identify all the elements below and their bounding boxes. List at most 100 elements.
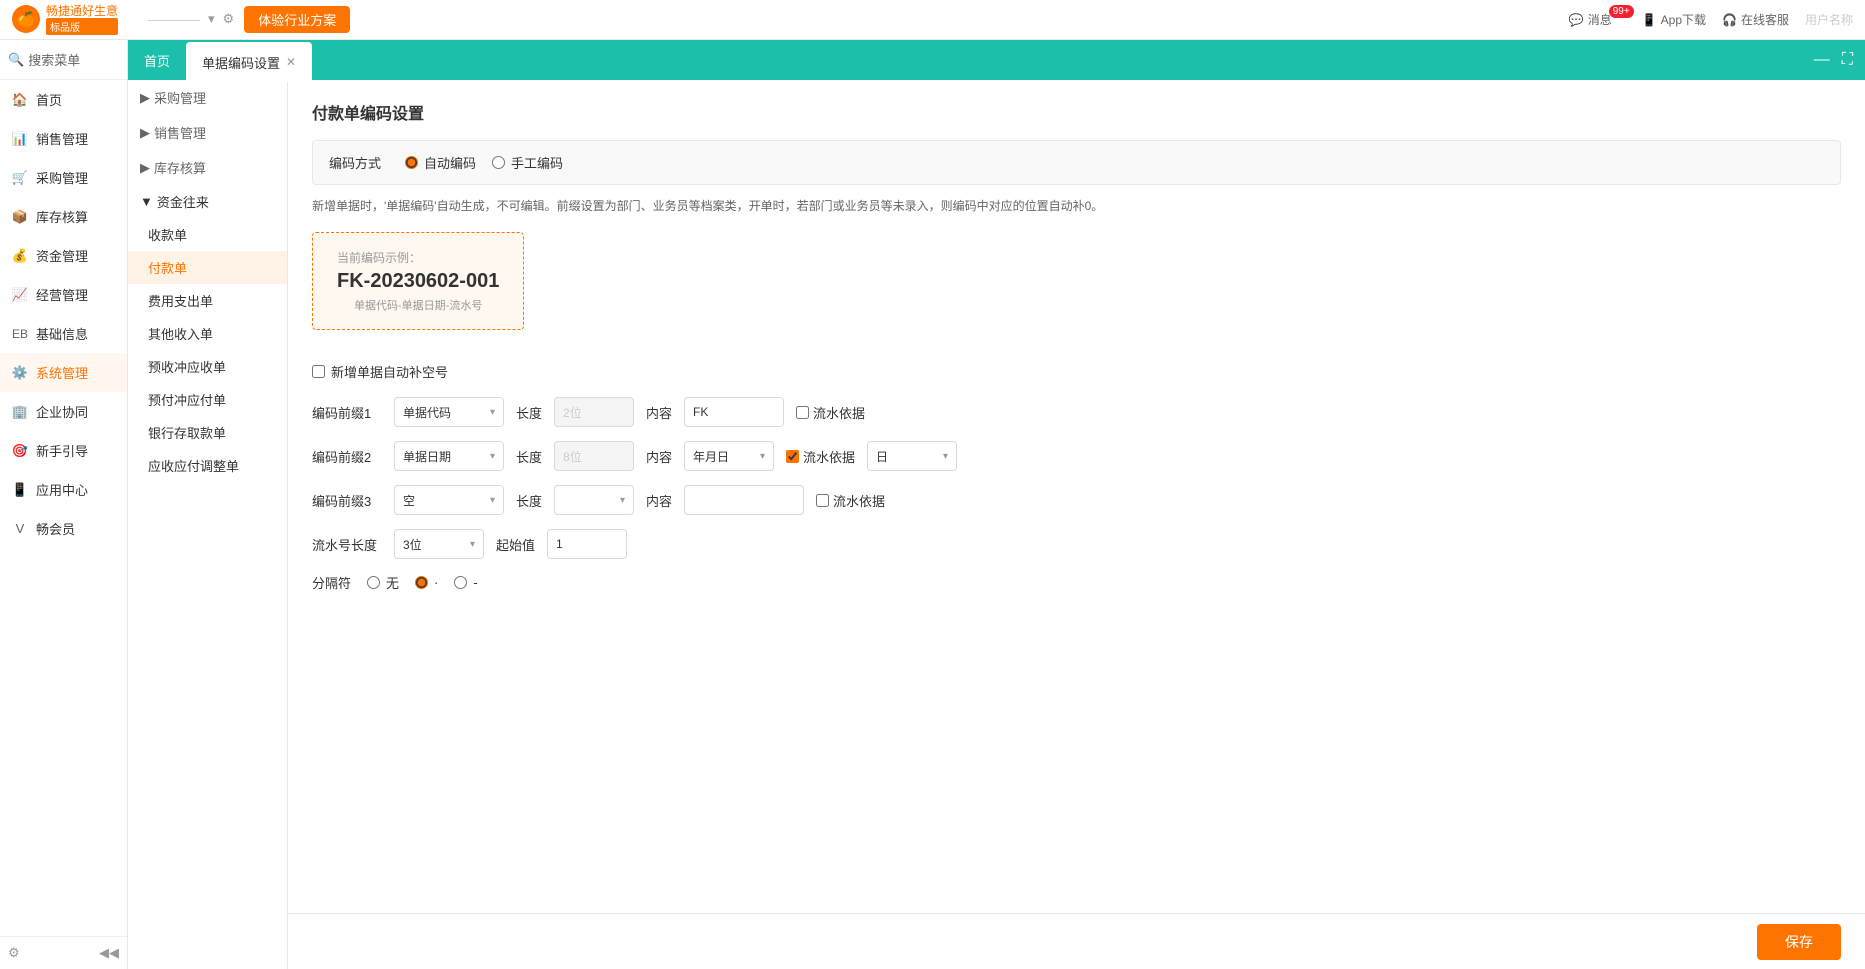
message-btn[interactable]: 💬 消息 99+ <box>1569 11 1626 28</box>
sidebar-search[interactable]: 🔍 搜索菜单 <box>0 40 127 80</box>
manual-encoding-label[interactable]: 手工编码 <box>492 153 563 172</box>
prefix2-chevron: ▾ <box>490 451 495 462</box>
prefix2-stream-label[interactable]: 流水依据 <box>786 447 855 466</box>
prefix2-content-select[interactable]: 年月日 ▾ <box>684 441 774 471</box>
submenu-item-payment[interactable]: 付款单 <box>128 251 287 284</box>
submenu-item-receipt[interactable]: 收款单 <box>128 218 287 251</box>
tab-maximize-btn[interactable]: ⛶ <box>1838 47 1857 73</box>
submenu-capital-header[interactable]: ▼ 资金往来 <box>128 185 287 218</box>
sidebar-item-apps[interactable]: 📱 应用中心 <box>0 470 127 509</box>
sidebar-nav: 🏠 首页 📊 销售管理 🛒 采购管理 📦 库存核算 💰 资金管理 📈 经 <box>0 80 127 936</box>
collapse-icon[interactable]: ◀◀ <box>99 945 119 961</box>
settings-gear-icon[interactable]: ⚙ <box>8 945 20 961</box>
app-download-label: App下载 <box>1661 11 1706 28</box>
enterprise-icon: 🏢 <box>12 404 28 420</box>
save-button[interactable]: 保存 <box>1757 924 1841 960</box>
prefix3-content-input[interactable] <box>684 485 804 515</box>
logo-text-block: 畅捷通好生意 标品版 <box>46 4 118 35</box>
message-icon: 💬 <box>1569 13 1584 27</box>
sidebar-item-finance[interactable]: 💰 资金管理 <box>0 236 127 275</box>
experience-btn[interactable]: 体验行业方案 <box>244 6 350 33</box>
info-text: 新增单据时，'单据编码'自动生成，不可编辑。前缀设置为部门、业务员等档案类，开单… <box>312 197 1841 216</box>
sidebar-item-purchase[interactable]: 🛒 采购管理 <box>0 158 127 197</box>
preview-box: 当前编码示例： FK-20230602-001 单据代码-单据日期-流水号 <box>312 232 524 330</box>
submenu-purchase-header[interactable]: ▶ 采购管理 <box>128 80 287 115</box>
service-label: 在线客服 <box>1741 11 1789 28</box>
main-content-wrapper: 付款单编码设置 编码方式 自动编码 手工编码 <box>288 80 1865 969</box>
prefix1-label: 编码前缀1 <box>312 403 382 422</box>
online-service-btn[interactable]: 🎧 在线客服 <box>1722 11 1789 28</box>
prefix3-stream-checkbox[interactable] <box>816 494 829 507</box>
submenu-item-bank-deposit[interactable]: 银行存取款单 <box>128 416 287 449</box>
system-icon: ⚙️ <box>12 365 28 381</box>
sep-dot-radio[interactable] <box>415 576 428 589</box>
submenu-item-prepay-receive[interactable]: 预收冲应收单 <box>128 350 287 383</box>
prefix2-select[interactable]: 单据日期 ▾ <box>394 441 504 471</box>
app-body: 🔍 搜索菜单 🏠 首页 📊 销售管理 🛒 采购管理 📦 库存核算 💰 <box>0 40 1865 969</box>
prefix2-period-select[interactable]: 日 ▾ <box>867 441 957 471</box>
auto-fill-checkbox[interactable] <box>312 365 325 378</box>
sidebar-item-operations[interactable]: 📈 经营管理 <box>0 275 127 314</box>
settings-icon[interactable]: ⚙ <box>223 11 235 27</box>
tab-minimize-btn[interactable]: — <box>1810 47 1834 73</box>
submenu-item-expense[interactable]: 费用支出单 <box>128 284 287 317</box>
sep-dash-radio[interactable] <box>454 576 467 589</box>
user-avatar[interactable]: 用户名称 <box>1805 11 1853 28</box>
sidebar-item-label: 基础信息 <box>36 324 88 343</box>
sidebar-item-member[interactable]: V 畅会员 <box>0 509 127 548</box>
prefix1-stream-checkbox[interactable] <box>796 406 809 419</box>
prefix2-stream-checkbox[interactable] <box>786 450 799 463</box>
prefix1-value: 单据代码 <box>403 404 451 421</box>
logo-icon: 🍊 <box>12 5 40 33</box>
prefix1-stream-label[interactable]: 流水依据 <box>796 403 865 422</box>
submenu-item-ap-adjust[interactable]: 应收应付调整单 <box>128 449 287 482</box>
prefix1-content-value: FK <box>693 405 708 419</box>
operations-icon: 📈 <box>12 287 28 303</box>
sep-none-radio[interactable] <box>367 576 380 589</box>
prefix2-content-chevron: ▾ <box>760 451 765 462</box>
sidebar-item-sales[interactable]: 📊 销售管理 <box>0 119 127 158</box>
prefix1-select[interactable]: 单据代码 ▾ <box>394 397 504 427</box>
auto-encoding-radio[interactable] <box>405 156 418 169</box>
sep-none-text: 无 <box>386 573 399 592</box>
manual-encoding-radio[interactable] <box>492 156 505 169</box>
finance-icon: 💰 <box>12 248 28 264</box>
nav-dropdown-arrow[interactable]: ▾ <box>208 11 215 27</box>
tab-encoding[interactable]: 单据编码设置 ✕ <box>186 42 312 82</box>
serial-length-value: 3位 <box>403 536 422 553</box>
serial-row: 流水号长度 3位 ▾ 起始值 1 <box>312 529 1841 559</box>
sidebar-item-home[interactable]: 🏠 首页 <box>0 80 127 119</box>
sidebar-item-guide[interactable]: 🎯 新手引导 <box>0 431 127 470</box>
prefix3-length-select[interactable]: ▾ <box>554 485 634 515</box>
submenu-item-other-income[interactable]: 其他收入单 <box>128 317 287 350</box>
submenu-purchase-arrow: ▶ <box>140 90 150 106</box>
app-download-btn[interactable]: 📱 App下载 <box>1642 11 1706 28</box>
app-download-icon: 📱 <box>1642 13 1657 27</box>
prefix3-select[interactable]: 空 ▾ <box>394 485 504 515</box>
submenu-sales: ▶ 销售管理 <box>128 115 287 150</box>
submenu-inventory-header[interactable]: ▶ 库存核算 <box>128 150 287 185</box>
preview-label: 当前编码示例： <box>337 249 499 266</box>
auto-encoding-label[interactable]: 自动编码 <box>405 153 476 172</box>
tab-close-icon[interactable]: ✕ <box>286 55 296 69</box>
logo-tag: 标品版 <box>46 18 118 35</box>
serial-length-select[interactable]: 3位 ▾ <box>394 529 484 559</box>
search-label: 搜索菜单 <box>28 50 80 69</box>
serial-start-input[interactable]: 1 <box>547 529 627 559</box>
auto-fill-label: 新增单据自动补空号 <box>331 362 448 381</box>
sidebar-item-basics[interactable]: EB 基础信息 <box>0 314 127 353</box>
sep-dot-label[interactable]: · <box>415 575 438 590</box>
submenu-item-prepay-pay[interactable]: 预付冲应付单 <box>128 383 287 416</box>
tab-home[interactable]: 首页 <box>128 40 186 80</box>
sidebar-item-inventory[interactable]: 📦 库存核算 <box>0 197 127 236</box>
sidebar-item-enterprise[interactable]: 🏢 企业协同 <box>0 392 127 431</box>
sidebar-item-system[interactable]: ⚙️ 系统管理 <box>0 353 127 392</box>
prefix3-stream-label[interactable]: 流水依据 <box>816 491 885 510</box>
prefix1-length-input: 2位 <box>554 397 634 427</box>
prefix1-content-input[interactable]: FK <box>684 397 784 427</box>
prefix1-row: 编码前缀1 单据代码 ▾ 长度 2位 内容 FK <box>312 397 1841 427</box>
submenu-sales-header[interactable]: ▶ 销售管理 <box>128 115 287 150</box>
sep-dash-label[interactable]: - <box>454 575 477 590</box>
search-icon: 🔍 <box>8 52 24 68</box>
sep-none-label[interactable]: 无 <box>367 573 399 592</box>
